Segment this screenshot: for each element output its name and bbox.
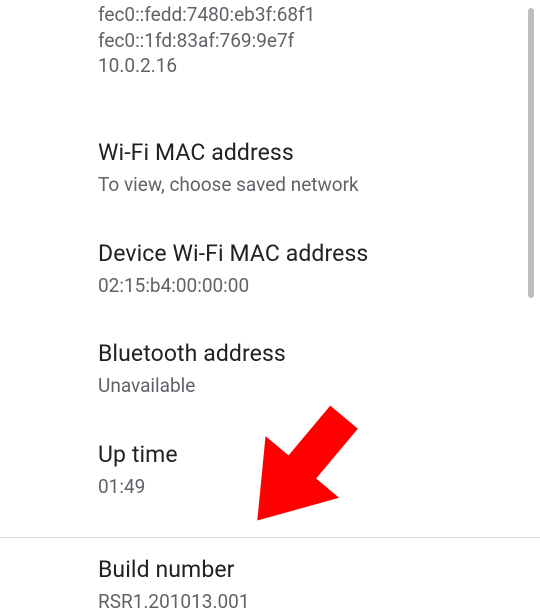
uptime-title: Up time: [98, 441, 520, 468]
bluetooth-title: Bluetooth address: [98, 340, 520, 367]
uptime-row[interactable]: Up time 01:49: [98, 399, 520, 500]
bluetooth-row[interactable]: Bluetooth address Unavailable: [98, 298, 520, 399]
device-wifi-mac-value: 02:15:b4:00:00:00: [98, 273, 520, 299]
build-number-value: RSR1.201013.001: [98, 589, 540, 615]
uptime-value: 01:49: [98, 474, 520, 500]
ip-line: fec0::fedd:7480:eb3f:68f1: [98, 2, 520, 28]
build-number-title: Build number: [98, 556, 540, 583]
bluetooth-value: Unavailable: [98, 373, 520, 399]
scrollbar[interactable]: [528, 8, 534, 298]
ip-line: 10.0.2.16: [98, 53, 520, 79]
ip-line: fec0::1fd:83af:769:9e7f: [98, 28, 520, 54]
wifi-mac-value: To view, choose saved network: [98, 172, 520, 198]
device-wifi-mac-row[interactable]: Device Wi-Fi MAC address 02:15:b4:00:00:…: [98, 198, 520, 299]
ip-address-values: fec0::fedd:7480:eb3f:68f1 fec0::1fd:83af…: [98, 0, 520, 97]
build-number-row[interactable]: Build number RSR1.201013.001: [0, 538, 540, 615]
device-wifi-mac-title: Device Wi-Fi MAC address: [98, 240, 520, 267]
wifi-mac-title: Wi-Fi MAC address: [98, 139, 520, 166]
wifi-mac-row[interactable]: Wi-Fi MAC address To view, choose saved …: [98, 97, 520, 198]
